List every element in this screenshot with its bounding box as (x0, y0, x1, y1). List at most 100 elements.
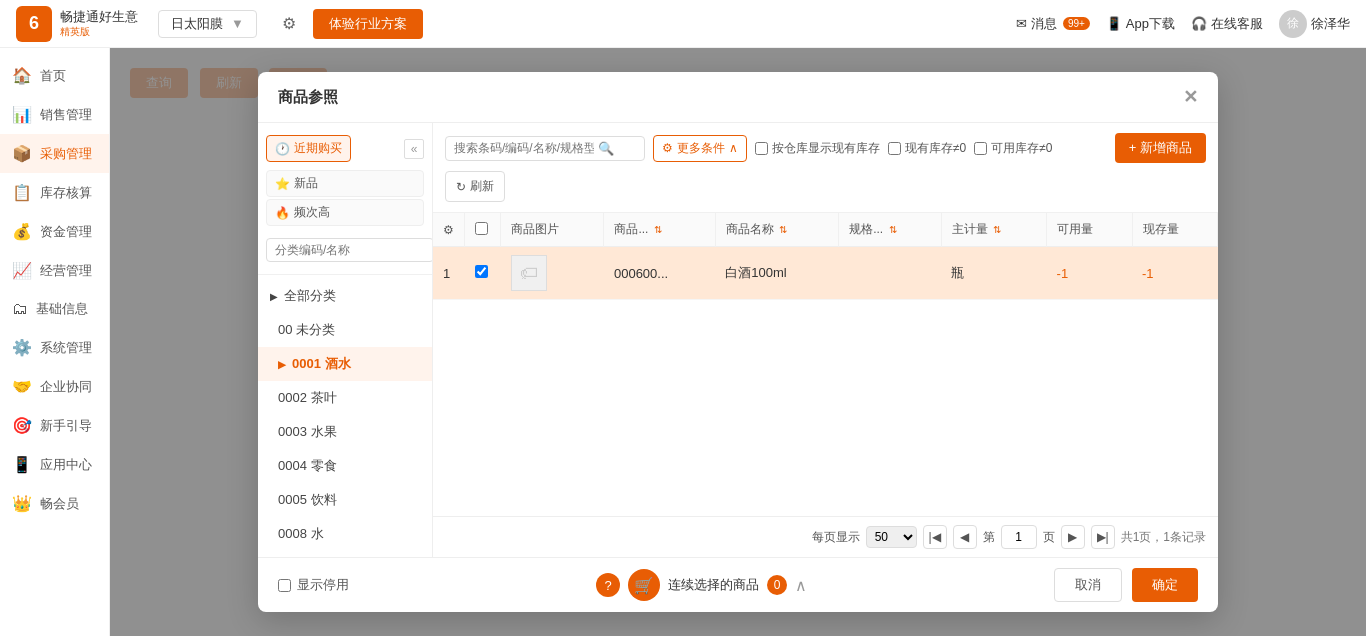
prev-page-btn[interactable]: ◀ (953, 525, 977, 549)
row-spec (839, 247, 941, 300)
new-products-btn[interactable]: ⭐ 新品 (266, 170, 424, 197)
warehouse-checkbox[interactable] (755, 142, 768, 155)
star-icon: ⭐ (275, 177, 290, 191)
page-size-select[interactable]: 50 100 (866, 526, 917, 548)
clock-icon: 🕐 (275, 142, 290, 156)
modal-overlay: 商品参照 ✕ 🕐 近期购买 « (110, 48, 1366, 636)
row-select-checkbox[interactable] (475, 265, 488, 278)
modal-header: 商品参照 ✕ (258, 72, 1218, 123)
warehouse-filter[interactable]: 按仓库显示现有库存 (755, 140, 880, 157)
more-filter-btn[interactable]: ⚙ 更多条件 ∧ (653, 135, 747, 162)
sidebar-item-inventory[interactable]: 📋 库存核算 (0, 173, 109, 212)
system-icon: ⚙️ (12, 338, 32, 357)
product-search-input[interactable] (454, 141, 594, 155)
usable-ne0-filter[interactable]: 可用库存≠0 (974, 140, 1052, 157)
col-unit: 主计量 ⇅ (941, 213, 1046, 247)
cancel-button[interactable]: 取消 (1054, 568, 1122, 602)
category-tea[interactable]: 0002 茶叶 (258, 381, 432, 415)
help-icon[interactable]: ? (596, 573, 620, 597)
category-fruit[interactable]: 0003 水果 (258, 415, 432, 449)
col-usable: 可用量 (1047, 213, 1132, 247)
col-name: 商品名称 ⇅ (715, 213, 838, 247)
row-num: 1 (433, 247, 465, 300)
first-page-btn[interactable]: |◀ (923, 525, 947, 549)
col-image: 商品图片 (501, 213, 604, 247)
app-download-item[interactable]: 📱 App下载 (1106, 15, 1175, 33)
sidebar-item-collab[interactable]: 🤝 企业协同 (0, 367, 109, 406)
user-area[interactable]: 徐 徐泽华 (1279, 10, 1350, 38)
add-product-btn[interactable]: + 新增商品 (1115, 133, 1206, 163)
footer-left: 显示停用 (278, 576, 349, 594)
cart-icon[interactable]: 🛒 (628, 569, 660, 601)
sales-icon: 📊 (12, 105, 32, 124)
category-top-buttons: 🕐 近期购买 « (258, 131, 432, 170)
col-checkbox (465, 213, 501, 247)
sidebar-item-apps[interactable]: 📱 应用中心 (0, 445, 109, 484)
category-panel: 🕐 近期购买 « ⭐ 新品 🔥 频次 (258, 123, 433, 557)
search-icon[interactable]: 🔍 (598, 141, 614, 156)
high-frequency-btn[interactable]: 🔥 频次高 (266, 199, 424, 226)
logo-icon: 6 (16, 6, 52, 42)
category-search: 🔍 (258, 234, 432, 270)
sidebar-item-member[interactable]: 👑 畅会员 (0, 484, 109, 523)
messages-nav-item[interactable]: ✉ 消息 99+ (1016, 15, 1090, 33)
table-header-row: ⚙ 商品图片 (433, 213, 1218, 247)
show-disabled-label[interactable]: 显示停用 (278, 576, 349, 594)
pagination: 每页显示 50 100 |◀ ◀ 第 页 ▶ ▶| (433, 516, 1218, 557)
sort-icon: ⇅ (654, 224, 662, 235)
last-page-btn[interactable]: ▶| (1091, 525, 1115, 549)
col-stock: 现存量 (1132, 213, 1218, 247)
main-content: 查询 刷新 设置 商品参照 ✕ 🕐 近期购买 (110, 48, 1366, 636)
footer-right: 取消 确定 (1054, 568, 1198, 602)
chevron-up-icon: ∧ (729, 141, 738, 155)
next-page-btn[interactable]: ▶ (1061, 525, 1085, 549)
sidebar-item-finance[interactable]: 💰 资金管理 (0, 212, 109, 251)
sidebar-item-guide[interactable]: 🎯 新手引导 (0, 406, 109, 445)
modal-title: 商品参照 (278, 88, 338, 107)
sidebar-item-home[interactable]: 🏠 首页 (0, 56, 109, 95)
sidebar-item-system[interactable]: ⚙️ 系统管理 (0, 328, 109, 367)
sidebar-item-sales[interactable]: 📊 销售管理 (0, 95, 109, 134)
col-spec: 规格... ⇅ (839, 213, 941, 247)
guide-icon: 🎯 (12, 416, 32, 435)
usable-ne0-checkbox[interactable] (974, 142, 987, 155)
refresh-btn[interactable]: ↻ 刷新 (445, 171, 505, 202)
online-service-item[interactable]: 🎧 在线客服 (1191, 15, 1263, 33)
sidebar-item-purchase[interactable]: 📦 采购管理 (0, 134, 109, 173)
collapse-icon[interactable]: ∧ (795, 576, 807, 595)
sort-icon: ⇅ (993, 224, 1001, 235)
product-table-container: ⚙ 商品图片 (433, 213, 1218, 516)
row-stock: -1 (1132, 247, 1218, 300)
collapse-panel-btn[interactable]: « (404, 139, 424, 159)
show-disabled-checkbox[interactable] (278, 579, 291, 592)
table-row[interactable]: 1 🏷 000600... 白酒100ml (433, 247, 1218, 300)
sidebar-item-basic[interactable]: 🗂 基础信息 (0, 290, 109, 328)
chevron-down-icon: ▼ (231, 16, 244, 31)
recent-purchase-btn[interactable]: 🕐 近期购买 (266, 135, 351, 162)
select-all-checkbox[interactable] (475, 222, 488, 235)
product-table: ⚙ 商品图片 (433, 213, 1218, 300)
category-liquor[interactable]: ▶ 0001 酒水 (258, 347, 432, 381)
phone-icon: 📱 (1106, 16, 1122, 31)
close-icon[interactable]: ✕ (1183, 86, 1198, 108)
row-name: 白酒100ml (715, 247, 838, 300)
row-unit: 瓶 (941, 247, 1046, 300)
row-image: 🏷 (501, 247, 604, 300)
logo-text: 畅捷通好生意 精英版 (60, 9, 138, 39)
category-all[interactable]: ▶ 全部分类 (258, 279, 432, 313)
nav-right: ✉ 消息 99+ 📱 App下载 🎧 在线客服 徐 徐泽华 (1016, 10, 1350, 38)
experience-btn[interactable]: 体验行业方案 (313, 9, 423, 39)
nav-selector[interactable]: 日太阳膜 ▼ (158, 10, 257, 38)
row-usable: -1 (1047, 247, 1132, 300)
category-beverage[interactable]: 0005 饮料 (258, 483, 432, 517)
category-unclassified[interactable]: 00 未分类 (258, 313, 432, 347)
sidebar-item-operations[interactable]: 📈 经营管理 (0, 251, 109, 290)
page-number-input[interactable] (1001, 525, 1037, 549)
stock-ne0-checkbox[interactable] (888, 142, 901, 155)
confirm-button[interactable]: 确定 (1132, 568, 1198, 602)
stock-ne0-filter[interactable]: 现有库存≠0 (888, 140, 966, 157)
category-search-input[interactable] (266, 238, 433, 262)
settings-icon[interactable]: ⚙ (273, 8, 305, 40)
category-snack[interactable]: 0004 零食 (258, 449, 432, 483)
category-water[interactable]: 0008 水 (258, 517, 432, 551)
